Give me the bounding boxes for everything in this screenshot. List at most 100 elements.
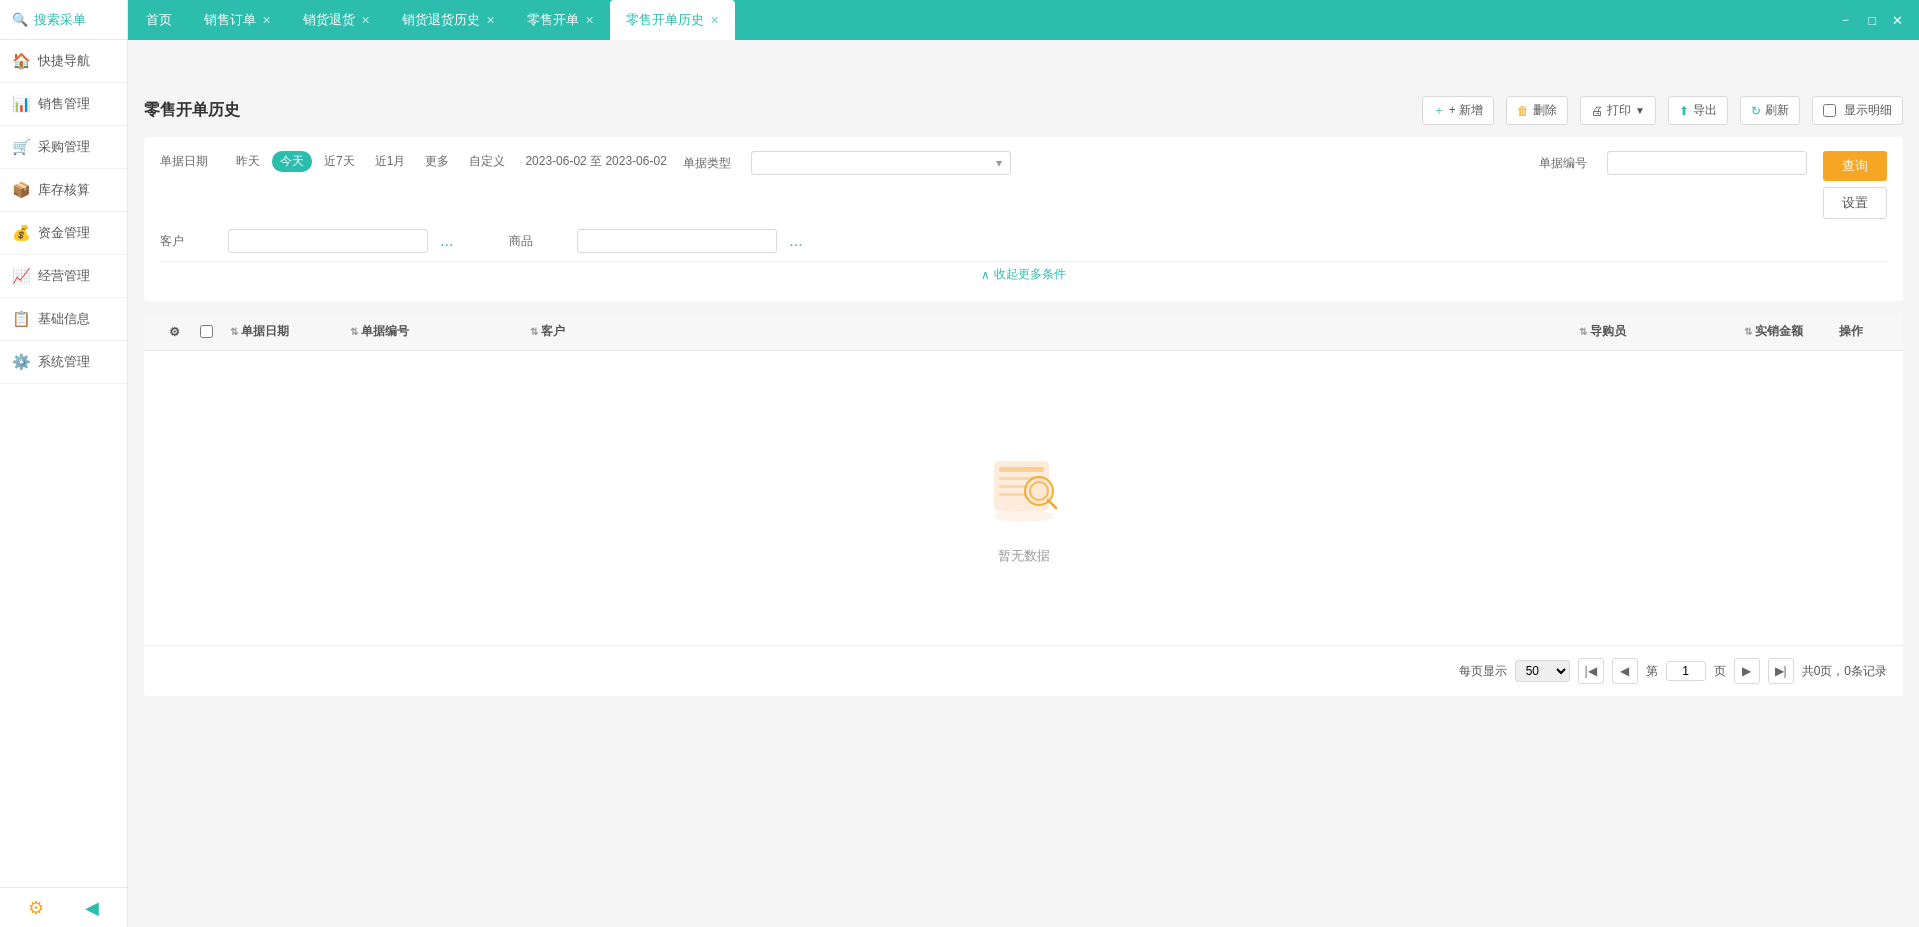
next-page-button[interactable]: ▶ xyxy=(1734,658,1760,684)
page-header: 零售开单历史 ＋ + 新增 🗑 删除 🖨 打印 ▼ ⬆ 导出 ↻ 刷新 xyxy=(144,96,1903,125)
th-billno[interactable]: ⇅ 单据编号 xyxy=(342,323,522,340)
money-icon: 💰 xyxy=(12,224,30,242)
sidebar-item-sys-mgmt[interactable]: ⚙️ 系统管理 xyxy=(0,341,127,384)
tab-label: 销货退货历史 xyxy=(402,11,480,29)
bill-no-input[interactable] xyxy=(1607,151,1807,175)
settings-button[interactable]: 设置 xyxy=(1823,187,1887,219)
goods-input[interactable] xyxy=(577,229,777,253)
sidebar: 🔍 搜索采单 🏠 快捷导航 📊 销售管理 🛒 采购管理 📦 库存核算 💰 资金管… xyxy=(0,0,128,927)
chevron-up-icon: ∧ xyxy=(981,268,990,282)
sort-icon: ⇅ xyxy=(230,326,238,337)
tab-home[interactable]: 首页 xyxy=(130,0,188,40)
prev-page-button[interactable]: ◀ xyxy=(1612,658,1638,684)
date-tab-7days[interactable]: 近7天 xyxy=(316,151,363,172)
th-checkbox[interactable] xyxy=(192,325,222,338)
select-all-checkbox[interactable] xyxy=(200,325,213,338)
sidebar-item-label: 经营管理 xyxy=(38,267,90,285)
sidebar-item-label: 采购管理 xyxy=(38,138,90,156)
delete-label: 删除 xyxy=(1533,102,1557,119)
bill-type-select[interactable]: ▾ xyxy=(751,151,1011,175)
tab-close-icon[interactable]: ✕ xyxy=(486,14,495,27)
delete-icon: 🗑 xyxy=(1517,104,1529,118)
sidebar-item-sales-mgmt[interactable]: 📊 销售管理 xyxy=(0,83,127,126)
first-page-button[interactable]: |◀ xyxy=(1578,658,1604,684)
customer-input[interactable] xyxy=(228,229,428,253)
main-content: 零售开单历史 ＋ + 新增 🗑 删除 🖨 打印 ▼ ⬆ 导出 ↻ 刷新 xyxy=(128,80,1919,927)
page-title: 零售开单历史 xyxy=(144,100,240,121)
date-tab-1month[interactable]: 近1月 xyxy=(367,151,414,172)
query-button[interactable]: 查询 xyxy=(1823,151,1887,181)
th-amount[interactable]: ⇅ 实销金额 xyxy=(1691,323,1811,340)
sidebar-item-label: 资金管理 xyxy=(38,224,90,242)
sidebar-search[interactable]: 🔍 搜索采单 xyxy=(0,0,127,40)
delete-button[interactable]: 🗑 删除 xyxy=(1506,96,1568,125)
sidebar-item-quick-nav[interactable]: 🏠 快捷导航 xyxy=(0,40,127,83)
export-label: 导出 xyxy=(1693,102,1717,119)
svg-line-8 xyxy=(1048,500,1056,508)
tab-close-icon[interactable]: ✕ xyxy=(361,14,370,27)
settings-bottom-icon[interactable]: ⚙ xyxy=(28,897,44,919)
cart-icon: 🛒 xyxy=(12,138,30,156)
col-billno-label: 单据编号 xyxy=(361,323,409,340)
last-page-button[interactable]: ▶| xyxy=(1768,658,1794,684)
display-cols-button[interactable]: 显示明细 xyxy=(1812,96,1903,125)
tab-close-icon[interactable]: ✕ xyxy=(710,14,719,27)
tab-close-icon[interactable]: ✕ xyxy=(585,14,594,27)
sidebar-item-basic-info[interactable]: 📋 基础信息 xyxy=(0,298,127,341)
th-guide[interactable]: ⇅ 导购员 xyxy=(1571,323,1691,340)
customer-dots-button[interactable]: ... xyxy=(440,232,453,250)
sidebar-item-label: 销售管理 xyxy=(38,95,90,113)
tab-label: 销售订单 xyxy=(204,11,256,29)
date-tabs: 昨天 今天 近7天 近1月 更多 自定义 xyxy=(228,151,513,172)
goods-dots-button[interactable]: ... xyxy=(789,232,802,250)
sort-icon: ⇅ xyxy=(1744,326,1752,337)
print-button[interactable]: 🖨 打印 ▼ xyxy=(1580,96,1656,125)
bill-type-label: 单据类型 xyxy=(683,155,743,172)
window-close-icon[interactable]: ✕ xyxy=(1892,13,1903,28)
print-icon: 🖨 xyxy=(1591,104,1603,118)
add-label: + 新增 xyxy=(1449,102,1483,119)
sidebar-item-finance[interactable]: 💰 资金管理 xyxy=(0,212,127,255)
th-date[interactable]: ⇅ 单据日期 xyxy=(222,323,342,340)
svg-rect-2 xyxy=(999,467,1044,472)
svg-rect-3 xyxy=(999,477,1034,480)
tab-sales-return[interactable]: 销货退货 ✕ xyxy=(287,0,386,40)
tab-sales-return-history[interactable]: 销货退货历史 ✕ xyxy=(386,0,511,40)
date-tab-yesterday[interactable]: 昨天 xyxy=(228,151,268,172)
bill-no-label: 单据编号 xyxy=(1539,155,1599,172)
sidebar-item-label: 系统管理 xyxy=(38,353,90,371)
window-maximize-icon[interactable]: □ xyxy=(1868,13,1876,28)
sidebar-item-label: 库存核算 xyxy=(38,181,90,199)
export-button[interactable]: ⬆ 导出 xyxy=(1668,96,1728,125)
sidebar-item-operation[interactable]: 📈 经营管理 xyxy=(0,255,127,298)
display-cols-checkbox[interactable] xyxy=(1823,104,1836,117)
window-minimize-icon[interactable]: － xyxy=(1839,11,1852,29)
sidebar-item-stock[interactable]: 📦 库存核算 xyxy=(0,169,127,212)
toolbar: ＋ + 新增 🗑 删除 🖨 打印 ▼ ⬆ 导出 ↻ 刷新 显示 xyxy=(1422,96,1903,125)
date-tab-custom[interactable]: 自定义 xyxy=(461,151,513,172)
sort-icon: ⇅ xyxy=(350,326,358,337)
collapse-label: 收起更多条件 xyxy=(994,266,1066,283)
refresh-button[interactable]: ↻ 刷新 xyxy=(1740,96,1800,125)
th-settings[interactable]: ⚙ xyxy=(156,325,192,339)
table-header: ⚙ ⇅ 单据日期 ⇅ 单据编号 ⇅ 客户 ⇅ 导购员 ⇅ xyxy=(144,313,1903,351)
tab-label: 首页 xyxy=(146,11,172,29)
total-info: 共0页，0条记录 xyxy=(1802,663,1887,680)
settings-col-icon: ⚙ xyxy=(169,325,180,339)
tab-retail-open[interactable]: 零售开单 ✕ xyxy=(511,0,610,40)
date-tab-more[interactable]: 更多 xyxy=(417,151,457,172)
date-range: 2023-06-02 至 2023-06-02 xyxy=(525,153,666,170)
tab-close-icon[interactable]: ✕ xyxy=(262,14,271,27)
date-tab-today[interactable]: 今天 xyxy=(272,151,312,172)
tab-retail-history[interactable]: 零售开单历史 ✕ xyxy=(610,0,735,40)
collapse-sidebar-icon[interactable]: ◀ xyxy=(85,897,99,919)
tab-sales-order[interactable]: 销售订单 ✕ xyxy=(188,0,287,40)
per-page-select[interactable]: 50 100 200 xyxy=(1515,660,1570,682)
collapse-filter-button[interactable]: ∧ 收起更多条件 xyxy=(160,261,1887,287)
refresh-label: 刷新 xyxy=(1765,102,1789,119)
page-input[interactable] xyxy=(1666,661,1706,681)
th-customer[interactable]: ⇅ 客户 xyxy=(522,323,1571,340)
empty-text: 暂无数据 xyxy=(998,547,1050,565)
sidebar-item-purchase-mgmt[interactable]: 🛒 采购管理 xyxy=(0,126,127,169)
add-button[interactable]: ＋ + 新增 xyxy=(1422,96,1494,125)
